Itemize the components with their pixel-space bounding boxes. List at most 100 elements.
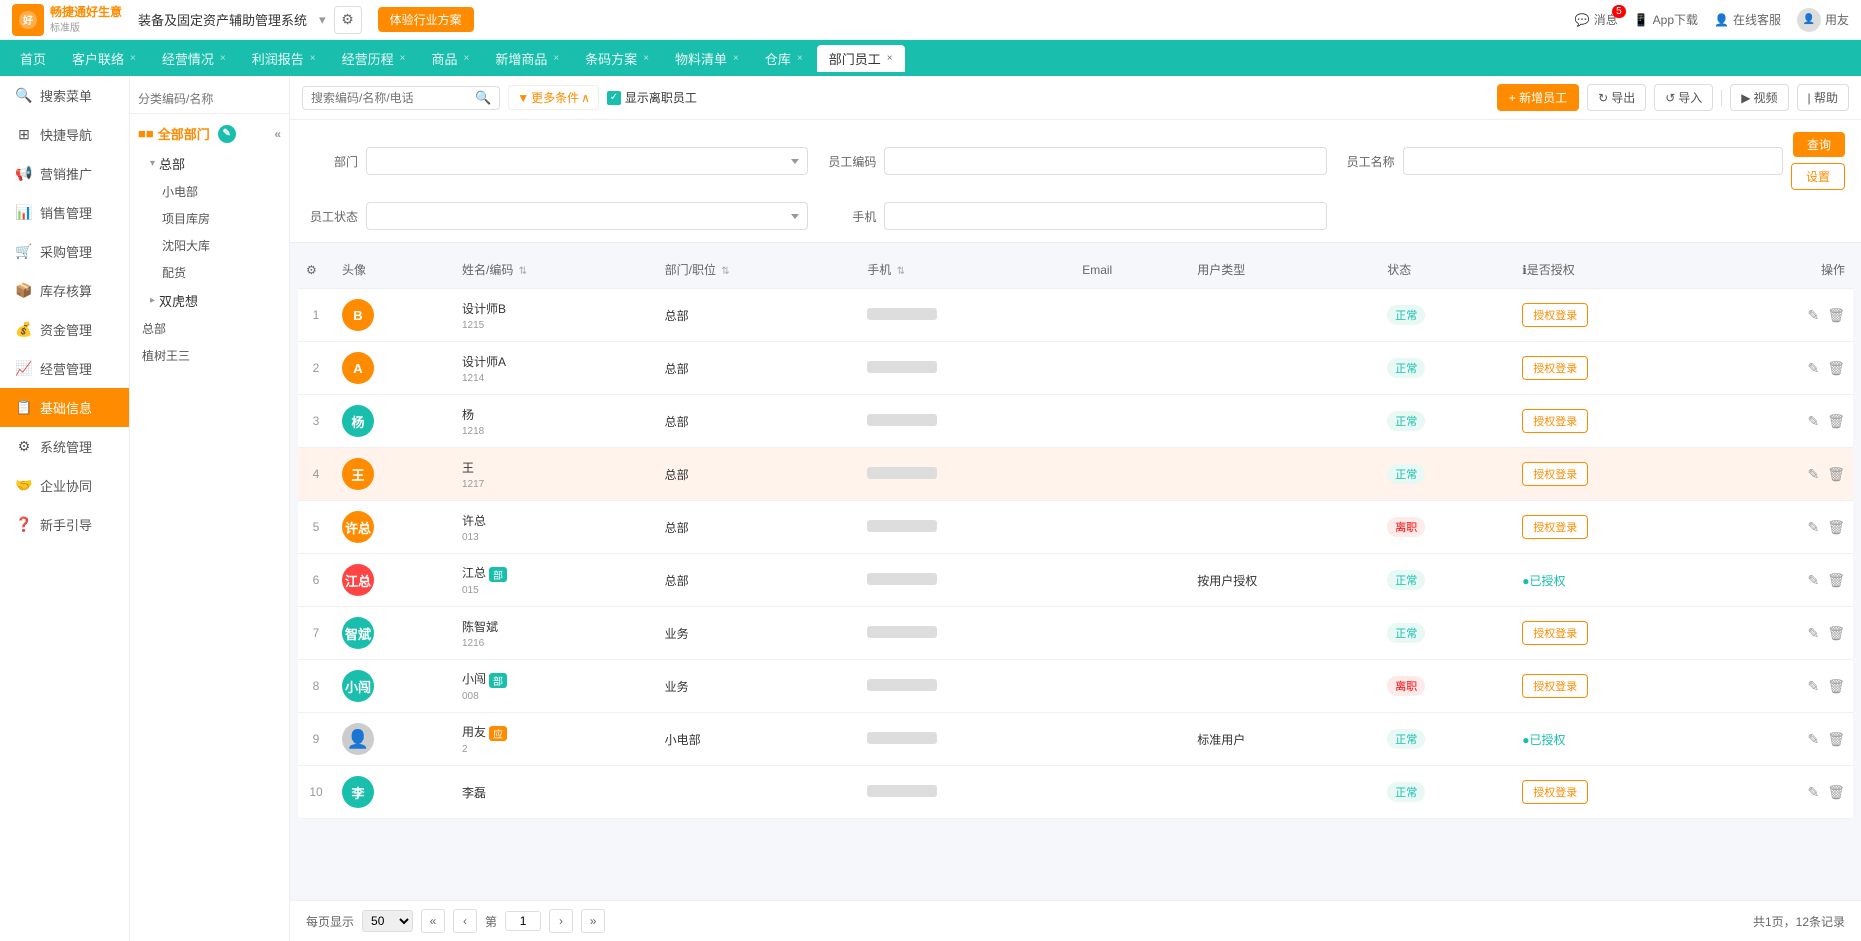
tab-home[interactable]: 首页 <box>8 45 58 72</box>
tab-add-goods[interactable]: 新增商品× <box>483 45 571 72</box>
close-operation-icon[interactable]: × <box>220 53 226 64</box>
dept-sort-icon[interactable]: ⇅ <box>721 266 729 277</box>
dept-item-peihuo[interactable]: 配货 <box>142 259 289 286</box>
phone-sort-icon[interactable]: ⇅ <box>897 266 905 277</box>
close-goods-icon[interactable]: × <box>463 53 469 64</box>
first-page-button[interactable]: « <box>421 909 445 933</box>
page-size-select[interactable]: 50 20 100 <box>362 910 413 932</box>
dept-item-zhishu[interactable]: 植树王三 <box>130 342 289 369</box>
sidebar-item-operation[interactable]: 📈 经营管理 <box>0 349 129 388</box>
dept-edit-icon[interactable]: ✎ <box>218 125 236 143</box>
sidebar-item-system[interactable]: ⚙ 系统管理 <box>0 427 129 466</box>
filter-search-input[interactable] <box>311 91 471 105</box>
app-download-button[interactable]: 📱 App下载 <box>1634 11 1698 28</box>
add-employee-button[interactable]: + 新增员工 <box>1497 84 1579 111</box>
delete-icon[interactable]: 🗑 <box>1827 625 1845 642</box>
tab-operation[interactable]: 经营情况× <box>150 45 238 72</box>
auth-login-button[interactable]: 授权登录 <box>1522 515 1588 539</box>
online-service-button[interactable]: 👤 在线客服 <box>1714 11 1781 28</box>
emp-name-filter-input[interactable] <box>1403 147 1783 175</box>
dept-item-xiaodianbai[interactable]: 小电部 <box>142 178 289 205</box>
import-button[interactable]: ↺ 导入 <box>1654 84 1713 111</box>
delete-icon[interactable]: 🗑 <box>1827 360 1845 377</box>
user-button[interactable]: 👤 用友 <box>1797 8 1849 32</box>
sidebar-item-corp[interactable]: 🤝 企业协同 <box>0 466 129 505</box>
phone-filter-input[interactable] <box>884 202 1326 230</box>
dept-item-zongbu[interactable]: 总部 <box>130 315 289 342</box>
delete-icon[interactable]: 🗑 <box>1827 572 1845 589</box>
filter-search-icon[interactable]: 🔍 <box>475 90 491 106</box>
system-dropdown-icon[interactable]: ▾ <box>319 12 326 28</box>
edit-icon[interactable]: ✎ <box>1807 572 1819 589</box>
last-page-button[interactable]: » <box>581 909 605 933</box>
dept-item-project[interactable]: 项目库房 <box>142 205 289 232</box>
filter-settings-button[interactable]: 设置 <box>1791 163 1845 190</box>
auth-login-button[interactable]: 授权登录 <box>1522 303 1588 327</box>
settings-button[interactable]: ⚙ <box>334 6 362 34</box>
edit-icon[interactable]: ✎ <box>1807 731 1819 748</box>
next-page-button[interactable]: › <box>549 909 573 933</box>
close-bom-icon[interactable]: × <box>733 53 739 64</box>
show-resigned-toggle[interactable]: ✓ 显示离职员工 <box>607 89 697 106</box>
col-name[interactable]: 姓名/编码 ⇅ <box>454 251 657 289</box>
status-filter-select[interactable] <box>366 202 808 230</box>
tab-department[interactable]: 部门员工× <box>817 45 905 72</box>
trial-button[interactable]: 体验行业方案 <box>378 7 474 32</box>
edit-icon[interactable]: ✎ <box>1807 307 1819 324</box>
tab-profit[interactable]: 利润报告× <box>240 45 328 72</box>
edit-icon[interactable]: ✎ <box>1807 413 1819 430</box>
dept-group-title-zongbu[interactable]: ▾ 总部 <box>142 149 289 178</box>
close-history-icon[interactable]: × <box>400 53 406 64</box>
sidebar-item-marketing[interactable]: 📢 营销推广 <box>0 154 129 193</box>
delete-icon[interactable]: 🗑 <box>1827 731 1845 748</box>
close-profit-icon[interactable]: × <box>310 53 316 64</box>
close-customer-icon[interactable]: × <box>130 53 136 64</box>
close-department-icon[interactable]: × <box>887 53 893 64</box>
delete-icon[interactable]: 🗑 <box>1827 466 1845 483</box>
message-button[interactable]: 💬 5 消息 <box>1575 11 1618 28</box>
dept-item-shenyang[interactable]: 沈阳大库 <box>142 232 289 259</box>
delete-icon[interactable]: 🗑 <box>1827 519 1845 536</box>
dept-filter-select[interactable] <box>366 147 808 175</box>
edit-icon[interactable]: ✎ <box>1807 625 1819 642</box>
auth-login-button[interactable]: 授权登录 <box>1522 409 1588 433</box>
name-sort-icon[interactable]: ⇅ <box>519 266 527 277</box>
edit-icon[interactable]: ✎ <box>1807 784 1819 801</box>
edit-icon[interactable]: ✎ <box>1807 519 1819 536</box>
tab-history[interactable]: 经营历程× <box>330 45 418 72</box>
sidebar-item-search[interactable]: 🔍 搜索菜单 <box>0 76 129 115</box>
dept-group-title-shuanghu[interactable]: ▸ 双虎想 <box>142 286 289 315</box>
help-button[interactable]: | 帮助 <box>1797 84 1849 111</box>
delete-icon[interactable]: 🗑 <box>1827 784 1845 801</box>
tab-barcode[interactable]: 条码方案× <box>573 45 661 72</box>
edit-icon[interactable]: ✎ <box>1807 466 1819 483</box>
dept-collapse-icon[interactable]: « <box>274 127 281 141</box>
sidebar-item-sales[interactable]: 📊 销售管理 <box>0 193 129 232</box>
tab-goods[interactable]: 商品× <box>419 45 481 72</box>
delete-icon[interactable]: 🗑 <box>1827 413 1845 430</box>
tab-bom[interactable]: 物料清单× <box>663 45 751 72</box>
show-resigned-checkbox[interactable]: ✓ <box>607 91 621 105</box>
query-button[interactable]: 查询 <box>1793 132 1845 157</box>
delete-icon[interactable]: 🗑 <box>1827 678 1845 695</box>
col-settings[interactable]: ⚙ <box>298 251 334 289</box>
sidebar-item-purchase[interactable]: 🛒 采购管理 <box>0 232 129 271</box>
close-warehouse-icon[interactable]: × <box>797 53 803 64</box>
prev-page-button[interactable]: ‹ <box>453 909 477 933</box>
auth-login-button[interactable]: 授权登录 <box>1522 780 1588 804</box>
sidebar-item-guide[interactable]: ❓ 新手引导 <box>0 505 129 544</box>
auth-login-button[interactable]: 授权登录 <box>1522 356 1588 380</box>
edit-icon[interactable]: ✎ <box>1807 360 1819 377</box>
edit-icon[interactable]: ✎ <box>1807 678 1819 695</box>
col-dept[interactable]: 部门/职位 ⇅ <box>657 251 860 289</box>
auth-login-button[interactable]: 授权登录 <box>1522 674 1588 698</box>
dept-search-input[interactable] <box>138 92 290 106</box>
close-barcode-icon[interactable]: × <box>643 53 649 64</box>
col-phone[interactable]: 手机 ⇅ <box>859 251 1074 289</box>
sidebar-item-inventory[interactable]: 📦 库存核算 <box>0 271 129 310</box>
page-input[interactable] <box>505 911 541 931</box>
auth-login-button[interactable]: 授权登录 <box>1522 462 1588 486</box>
emp-code-filter-input[interactable] <box>884 147 1326 175</box>
sidebar-item-shortcut[interactable]: ⊞ 快捷导航 <box>0 115 129 154</box>
tab-customer[interactable]: 客户联络× <box>60 45 148 72</box>
